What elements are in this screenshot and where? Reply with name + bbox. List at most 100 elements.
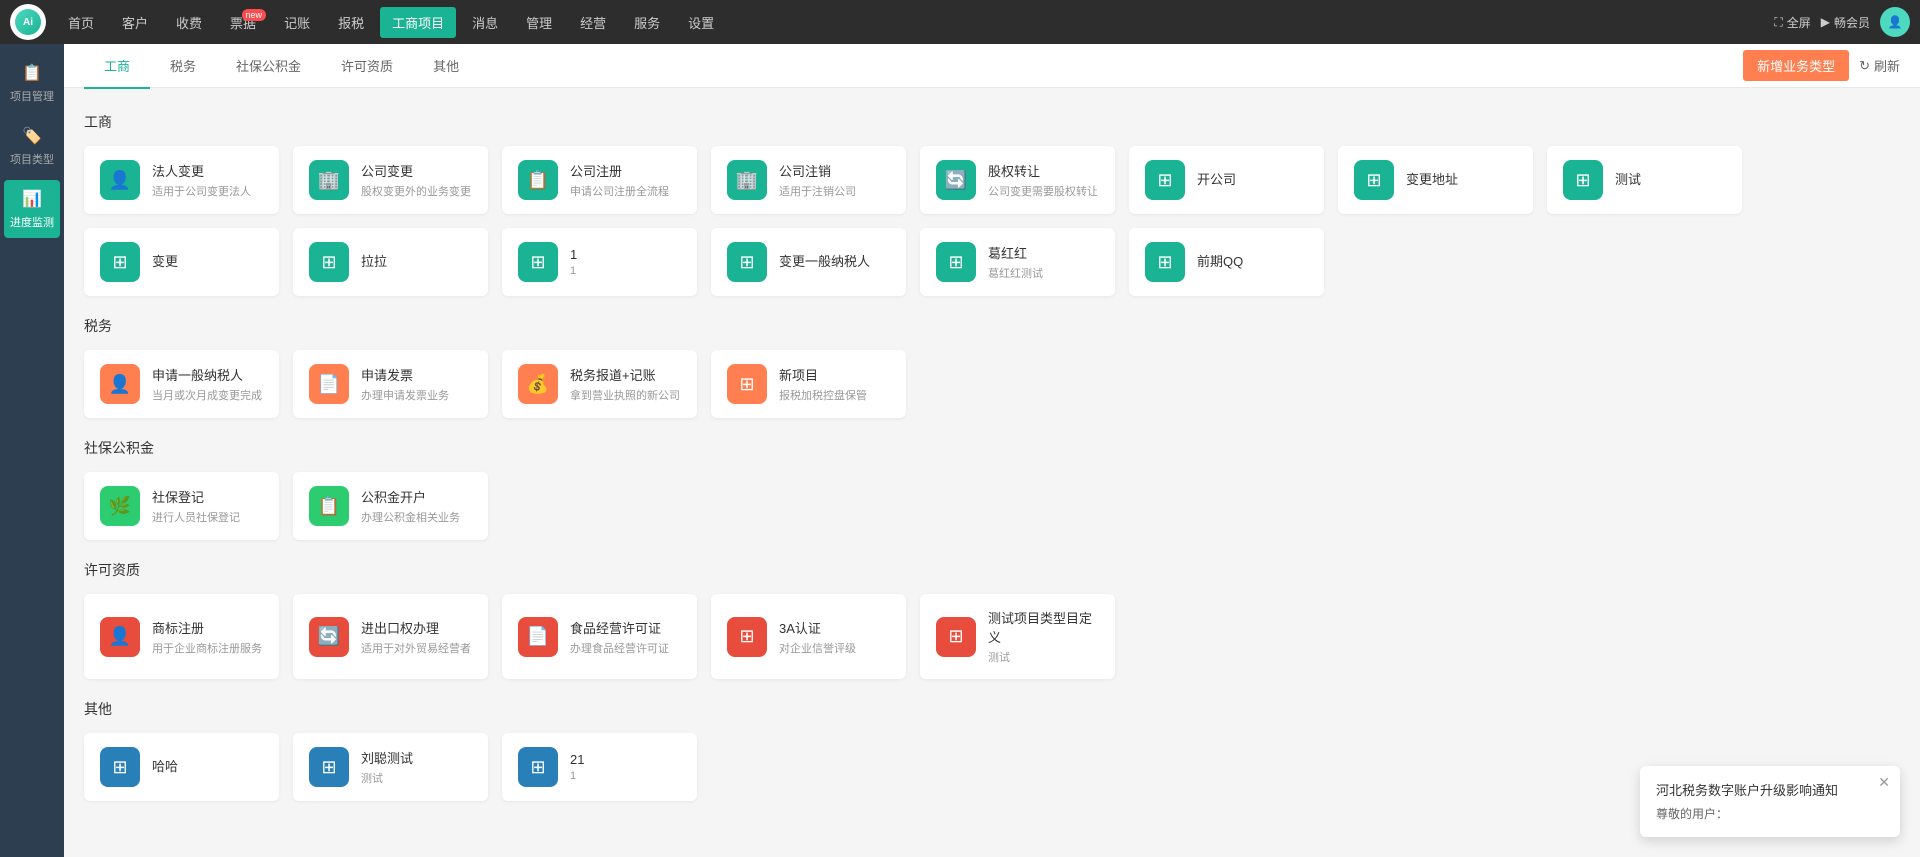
card-company-change[interactable]: 🏢 公司变更 股权变更外的业务变更 — [293, 146, 488, 214]
new-type-button[interactable]: 新增业务类型 — [1743, 50, 1849, 81]
card-company-cancel[interactable]: 🏢 公司注销 适用于注销公司 — [711, 146, 906, 214]
project-management-icon: 📋 — [21, 62, 43, 84]
card-name: 申请一般纳税人 — [152, 365, 262, 384]
nav-bookkeeping[interactable]: 记账 — [272, 7, 322, 38]
food-license-icon: 📄 — [518, 617, 558, 657]
vip-button[interactable]: ▶ 畅会员 — [1821, 14, 1870, 31]
card-name: 变更 — [152, 251, 178, 270]
main-content: 工商 税务 社保公积金 许可资质 其他 新增业务类型 ↻ 刷新 工商 👤 — [64, 44, 1920, 857]
nav-management[interactable]: 管理 — [514, 7, 564, 38]
card-name: 申请发票 — [361, 365, 449, 384]
other-card-grid: ⊞ 哈哈 ⊞ 刘聪测试 测试 ⊞ 21 — [84, 733, 1900, 801]
card-test-project-type[interactable]: ⊞ 测试项目类型目定义 测试 — [920, 594, 1115, 679]
notification-close[interactable]: ✕ — [1878, 774, 1890, 791]
app-logo[interactable]: Ai — [10, 4, 46, 40]
card-desc: 适用于注销公司 — [779, 183, 856, 199]
refresh-icon: ↻ — [1859, 58, 1870, 74]
card-desc: 当月或次月成变更完成 — [152, 387, 262, 403]
sidebar-item-project-type[interactable]: 🏷️ 项目类型 — [4, 117, 60, 175]
section-title-industry: 工商 — [84, 112, 1900, 132]
nav-tax[interactable]: 报税 — [326, 7, 376, 38]
card-desc: 报税加税控盘保管 — [779, 387, 867, 403]
tab-industry[interactable]: 工商 — [84, 44, 150, 89]
nav-home[interactable]: 首页 — [56, 7, 106, 38]
nav-fee[interactable]: 收费 — [164, 7, 214, 38]
card-lala[interactable]: ⊞ 拉拉 — [293, 228, 488, 296]
card-trademark[interactable]: 👤 商标注册 用于企业商标注册服务 — [84, 594, 279, 679]
refresh-button[interactable]: ↻ 刷新 — [1859, 56, 1900, 75]
nav-settings[interactable]: 设置 — [676, 7, 726, 38]
card-change-address[interactable]: ⊞ 变更地址 — [1338, 146, 1533, 214]
card-name: 进出口权办理 — [361, 618, 471, 637]
tab-license[interactable]: 许可资质 — [321, 44, 413, 89]
logo-inner: Ai — [15, 9, 41, 35]
card-preqq[interactable]: ⊞ 前期QQ — [1129, 228, 1324, 296]
equity-transfer-icon: 🔄 — [936, 160, 976, 200]
card-ge-honghong[interactable]: ⊞ 葛红红 葛红红测试 — [920, 228, 1115, 296]
card-food-license[interactable]: 📄 食品经营许可证 办理食品经营许可证 — [502, 594, 697, 679]
nav-operation[interactable]: 经营 — [568, 7, 618, 38]
card-open-company[interactable]: ⊞ 开公司 — [1129, 146, 1324, 214]
card-name: 开公司 — [1197, 169, 1236, 188]
card-new-project[interactable]: ⊞ 新项目 报税加税控盘保管 — [711, 350, 906, 418]
card-desc: 办理公积金相关业务 — [361, 509, 460, 525]
card-import-export[interactable]: 🔄 进出口权办理 适用于对外贸易经营者 — [293, 594, 488, 679]
open-company-icon: ⊞ — [1145, 160, 1185, 200]
card-desc: 测试 — [988, 649, 1099, 665]
card-social-register[interactable]: 🌿 社保登记 进行人员社保登记 — [84, 472, 279, 540]
company-change-icon: 🏢 — [309, 160, 349, 200]
card-name: 测试 — [1615, 169, 1641, 188]
card-name: 社保登记 — [152, 487, 240, 506]
sidebar-item-project-management[interactable]: 📋 项目管理 — [4, 54, 60, 112]
card-change[interactable]: ⊞ 变更 — [84, 228, 279, 296]
nav-right-actions: ⛶ 全屏 ▶ 畅会员 👤 — [1774, 7, 1910, 37]
tab-bar: 工商 税务 社保公积金 许可资质 其他 新增业务类型 ↻ 刷新 — [64, 44, 1920, 88]
vip-icon: ▶ — [1821, 15, 1830, 29]
tab-social-security[interactable]: 社保公积金 — [216, 44, 321, 89]
tab-tax[interactable]: 税务 — [150, 44, 216, 89]
nav-message[interactable]: 消息 — [460, 7, 510, 38]
company-cancel-icon: 🏢 — [727, 160, 767, 200]
card-21[interactable]: ⊞ 21 1 — [502, 733, 697, 801]
company-register-icon: 📋 — [518, 160, 558, 200]
notification-content: 尊敬的用户： — [1656, 805, 1884, 823]
card-apply-invoice[interactable]: 📄 申请发票 办理申请发票业务 — [293, 350, 488, 418]
3a-cert-icon: ⊞ — [727, 617, 767, 657]
nav-service[interactable]: 服务 — [622, 7, 672, 38]
card-desc: 办理申请发票业务 — [361, 387, 449, 403]
card-tax-report[interactable]: 💰 税务报道+记账 拿到营业执照的新公司 — [502, 350, 697, 418]
card-desc: 进行人员社保登记 — [152, 509, 240, 525]
nav-industry[interactable]: 工商项目 — [380, 7, 456, 38]
card-name: 3A认证 — [779, 618, 856, 637]
card-test[interactable]: ⊞ 测试 — [1547, 146, 1742, 214]
card-fund-account[interactable]: 📋 公积金开户 办理公积金相关业务 — [293, 472, 488, 540]
trademark-icon: 👤 — [100, 617, 140, 657]
sidebar-item-progress[interactable]: 📊 进度监测 — [4, 180, 60, 238]
section-title-license: 许可资质 — [84, 560, 1900, 580]
nav-ticket[interactable]: 票据 new — [218, 7, 268, 38]
tab-other[interactable]: 其他 — [413, 44, 479, 89]
card-legal-change[interactable]: 👤 法人变更 适用于公司变更法人 — [84, 146, 279, 214]
card-change-taxpayer[interactable]: ⊞ 变更一般纳税人 — [711, 228, 906, 296]
card-name: 刘聪测试 — [361, 748, 413, 767]
card-liucong-test[interactable]: ⊞ 刘聪测试 测试 — [293, 733, 488, 801]
card-3a-cert[interactable]: ⊞ 3A认证 对企业信誉评级 — [711, 594, 906, 679]
social-register-icon: 🌿 — [100, 486, 140, 526]
fullscreen-button[interactable]: ⛶ 全屏 — [1774, 14, 1810, 31]
card-desc: 测试 — [361, 770, 413, 786]
nav-menu: 首页 客户 收费 票据 new 记账 报税 工商项目 消息 管理 经营 服务 设… — [56, 7, 1774, 38]
card-1[interactable]: ⊞ 1 1 — [502, 228, 697, 296]
section-title-tax: 税务 — [84, 316, 1900, 336]
industry-card-grid: 👤 法人变更 适用于公司变更法人 🏢 公司变更 股权变更外的业务变更 📋 — [84, 146, 1900, 296]
card-name: 公司注册 — [570, 161, 669, 180]
card-equity-transfer[interactable]: 🔄 股权转让 公司变更需要股权转让 — [920, 146, 1115, 214]
card-haha[interactable]: ⊞ 哈哈 — [84, 733, 279, 801]
card-desc: 对企业信誉评级 — [779, 640, 856, 656]
card-desc: 公司变更需要股权转让 — [988, 183, 1098, 199]
user-avatar[interactable]: 👤 — [1880, 7, 1910, 37]
card-company-register[interactable]: 📋 公司注册 申请公司注册全流程 — [502, 146, 697, 214]
card-name: 测试项目类型目定义 — [988, 608, 1099, 646]
nav-customer[interactable]: 客户 — [110, 7, 160, 38]
card-desc: 拿到营业执照的新公司 — [570, 387, 680, 403]
card-apply-taxpayer[interactable]: 👤 申请一般纳税人 当月或次月成变更完成 — [84, 350, 279, 418]
